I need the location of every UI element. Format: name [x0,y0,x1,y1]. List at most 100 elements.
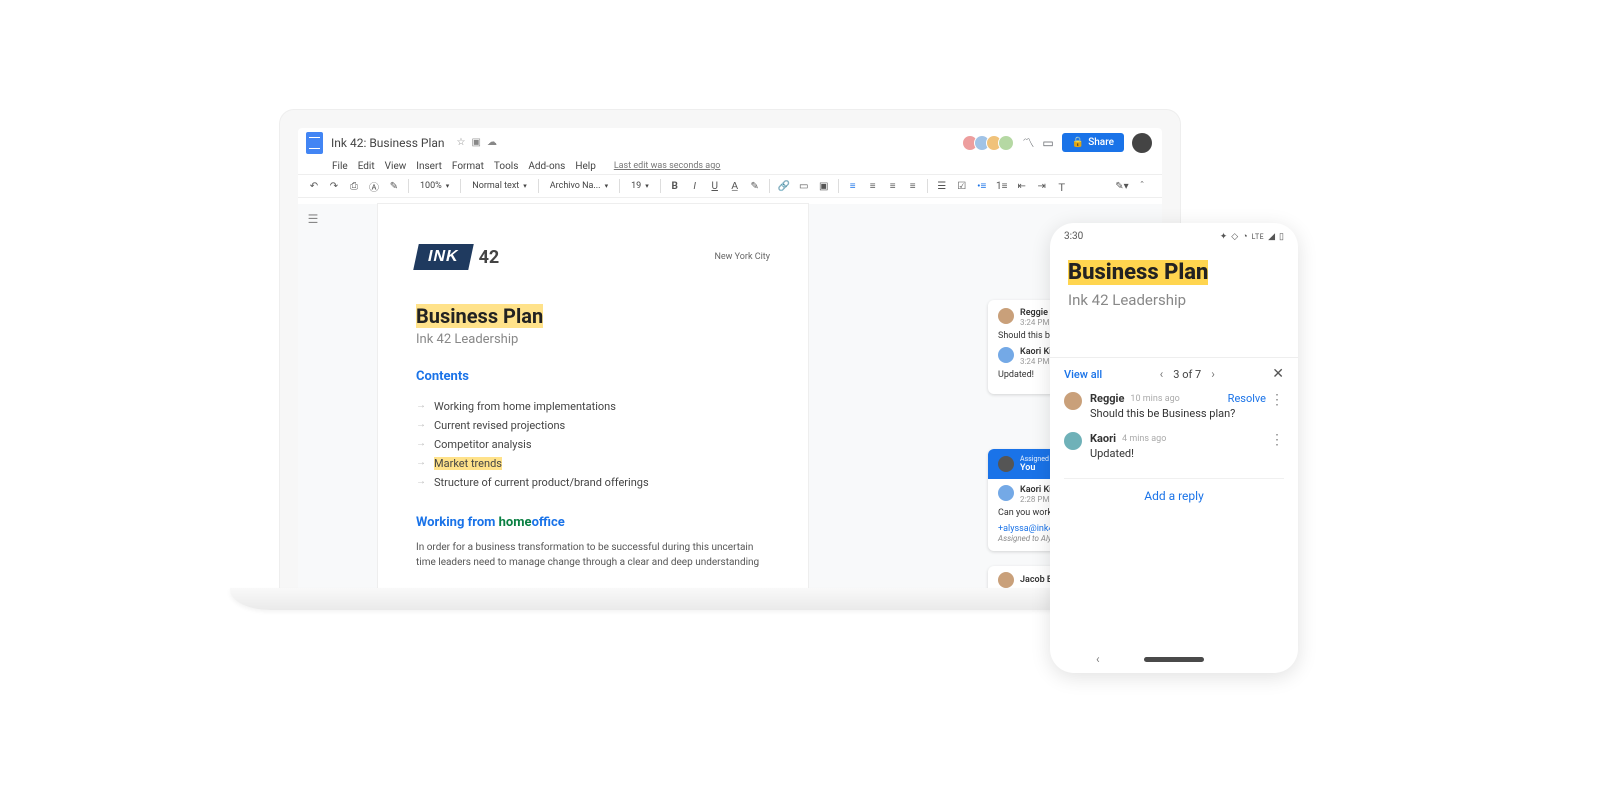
add-reply-button[interactable]: Add a reply [1064,478,1284,513]
phone-comment[interactable]: Kaori 4 mins ago Updated! ⋮ [1064,432,1284,460]
italic-icon[interactable]: I [689,180,701,192]
docs-logo-icon[interactable] [306,132,323,154]
text-color-icon[interactable]: A̲ [729,180,741,192]
comment-more-icon[interactable]: ⋮ [1270,432,1284,448]
share-button[interactable]: 🔒 Share [1062,133,1124,152]
font-size-select[interactable]: 19▾ [628,181,652,191]
spellcheck-icon[interactable]: Ⓐ [368,180,380,192]
indent-decrease-icon[interactable]: ⇤ [1016,180,1028,192]
comment-pager: ‹ 3 of 7 › [1160,367,1215,381]
checklist-icon[interactable]: ☑ [956,180,968,192]
highlight-icon[interactable]: ✎ [749,180,761,192]
collapse-toolbar-icon[interactable]: ＾ [1136,180,1148,192]
menu-edit[interactable]: Edit [358,161,375,172]
redo-icon[interactable]: ↷ [328,180,340,192]
toolbar-separator [460,179,461,193]
laptop-frame: Ink 42: Business Plan ☆ ▣ ☁ 〽 ▭ 🔒 Share [280,110,1180,590]
editing-mode-icon[interactable]: ✎▾ [1116,180,1128,192]
menu-view[interactable]: View [385,161,407,172]
font-value: Archivo Na... [550,181,601,191]
menu-help[interactable]: Help [575,161,595,172]
android-nav-bar: ‹ [1050,645,1298,673]
view-all-link[interactable]: View all [1064,368,1102,381]
phone-frame: 3:30 ✦ ◇ ◔ LTE ◢ ▯ Business Plan Ink 42 … [1050,223,1298,673]
battery-icon: ▯ [1279,232,1284,242]
align-justify-icon[interactable]: ≡ [907,180,919,192]
paragraph-style-select[interactable]: Normal text▾ [469,181,529,191]
underline-icon[interactable]: U [709,180,721,192]
clear-formatting-icon[interactable]: Ｔ [1056,180,1068,192]
toolbar-separator [660,179,661,193]
toolbar-separator [408,179,409,193]
open-comments-icon[interactable]: ▭ [1042,136,1053,150]
phone-doc-heading: Business Plan [1068,260,1208,285]
star-icon[interactable]: ☆ [457,137,466,148]
doc-title-icons: ☆ ▣ ☁ [457,137,497,148]
document-page[interactable]: INK 42 New York City Business Plan Ink 4… [378,204,808,590]
line-spacing-icon[interactable]: ☰ [936,180,948,192]
share-label: Share [1088,137,1114,148]
menu-addons[interactable]: Add-ons [528,161,565,172]
menu-tools[interactable]: Tools [494,161,518,172]
network-label: LTE [1252,233,1265,241]
collaborator-avatar[interactable] [998,135,1014,151]
back-icon[interactable]: ‹ [1096,652,1100,666]
menu-file[interactable]: File [332,161,348,172]
phone-comments-panel: View all ‹ 3 of 7 › ✕ Reggie 10 mins ago… [1050,357,1298,513]
outline-toggle-icon[interactable]: ☰ [306,212,320,226]
pager-prev-icon[interactable]: ‹ [1160,367,1164,381]
pager-next-icon[interactable]: › [1211,367,1215,381]
zoom-select[interactable]: 100%▾ [417,181,452,191]
menu-insert[interactable]: Insert [416,161,442,172]
commenter-avatar [998,347,1014,363]
commenter-name: Kaori [1090,432,1116,445]
last-edit-status[interactable]: Last edit was seconds ago [614,161,721,171]
insert-link-icon[interactable]: 🔗 [778,180,790,192]
comment-text: Should this be Business plan? [1090,407,1284,420]
align-left-icon[interactable]: ≡ [847,180,859,192]
doc-canvas: ☰ INK 42 New York City Business Plan Ink… [298,204,1162,590]
doc-subtitle: Ink 42 Leadership [416,332,770,347]
activity-dashboard-icon[interactable]: 〽 [1022,134,1034,151]
font-size-value: 19 [631,181,641,191]
toc-item: Structure of current product/brand offer… [434,476,770,489]
commenter-name: Reggie [1090,392,1124,405]
comment-timestamp: 10 mins ago [1130,394,1179,404]
lock-icon: 🔒 [1072,137,1084,148]
paint-format-icon[interactable]: ✎ [388,180,400,192]
undo-icon[interactable]: ↶ [308,180,320,192]
laptop-screen: Ink 42: Business Plan ☆ ▣ ☁ 〽 ▭ 🔒 Share [298,128,1162,590]
toolbar-separator [619,179,620,193]
commenter-avatar [998,572,1014,588]
section-heading-office: office [532,515,565,530]
move-folder-icon[interactable]: ▣ [472,137,481,148]
menu-format[interactable]: Format [452,161,484,172]
bulleted-list-icon[interactable]: •≡ [976,180,988,192]
font-select[interactable]: Archivo Na...▾ [547,181,611,191]
pager-position: 3 of 7 [1173,368,1201,381]
align-center-icon[interactable]: ≡ [867,180,879,192]
insert-image-icon[interactable]: ▣ [818,180,830,192]
cloud-status-icon[interactable]: ☁ [487,137,497,148]
doc-title[interactable]: Ink 42: Business Plan [331,136,445,150]
collaborator-avatars[interactable] [966,135,1014,151]
account-avatar[interactable] [1132,133,1152,153]
insert-comment-icon[interactable]: ▭ [798,180,810,192]
status-icon: ◇ [1231,232,1238,242]
company-logo: INK 42 [416,244,499,270]
resolve-link[interactable]: Resolve [1228,392,1266,405]
doc-header: Ink 42: Business Plan ☆ ▣ ☁ 〽 ▭ 🔒 Share [298,128,1162,158]
align-right-icon[interactable]: ≡ [887,180,899,192]
toc-item: Current revised projections [434,419,770,432]
section-heading-home: home [499,515,532,530]
phone-comment[interactable]: Reggie 10 mins ago Should this be Busine… [1064,392,1284,420]
indent-increase-icon[interactable]: ⇥ [1036,180,1048,192]
phone-document-preview[interactable]: Business Plan Ink 42 Leadership [1050,246,1298,317]
home-pill[interactable] [1144,657,1204,662]
print-icon[interactable]: ⎙ [348,180,360,192]
phone-status-bar: 3:30 ✦ ◇ ◔ LTE ◢ ▯ [1050,223,1298,246]
close-icon[interactable]: ✕ [1272,366,1284,382]
numbered-list-icon[interactable]: 1≡ [996,180,1008,192]
comment-more-icon[interactable]: ⋮ [1270,392,1284,408]
bold-icon[interactable]: B [669,180,681,192]
